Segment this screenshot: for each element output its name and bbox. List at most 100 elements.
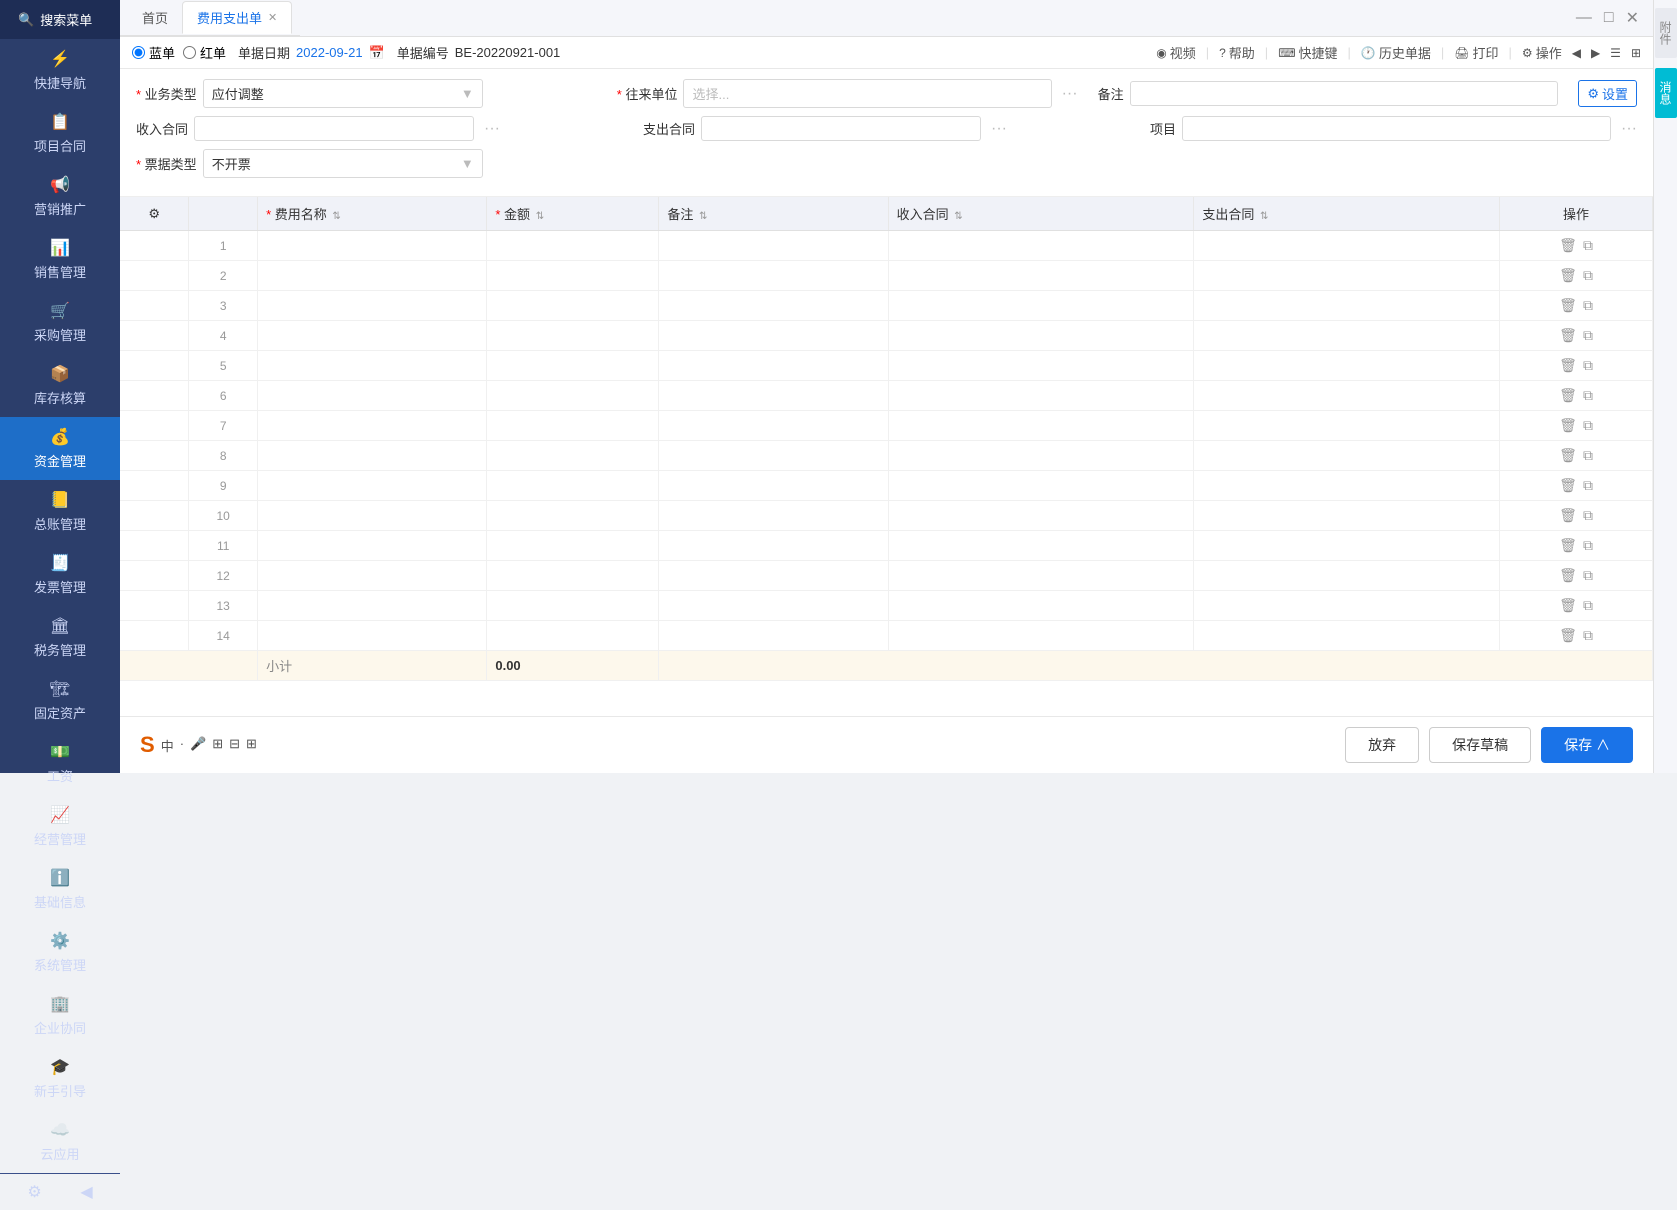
cell-income-10[interactable] <box>888 501 1194 531</box>
cell-expense-8[interactable] <box>1194 441 1500 471</box>
delete-row-2-btn[interactable]: 🗑 <box>1559 267 1577 284</box>
cell-income-8[interactable] <box>888 441 1194 471</box>
sort-note-icon[interactable]: ⇅ <box>699 211 707 222</box>
history-btn[interactable]: 🕐 历史单据 <box>1361 43 1431 62</box>
delete-row-9-btn[interactable]: 🗑 <box>1559 477 1577 494</box>
discard-button[interactable]: 放弃 <box>1345 727 1419 763</box>
nav-right-btn[interactable]: ▶ <box>1591 46 1600 60</box>
th-expense-contract[interactable]: 支出合同 ⇅ <box>1194 197 1500 231</box>
cell-amount-13[interactable] <box>487 591 659 621</box>
copy-row-2-btn[interactable]: ⧉ <box>1583 267 1593 284</box>
attachment-btn[interactable]: 附件 <box>1655 8 1677 58</box>
cell-income-4[interactable] <box>888 321 1194 351</box>
cell-amount-11[interactable] <box>487 531 659 561</box>
delete-row-13-btn[interactable]: 🗑 <box>1559 597 1577 614</box>
nav-left-btn[interactable]: ◀ <box>1572 46 1581 60</box>
cell-amount-5[interactable] <box>487 351 659 381</box>
save-button[interactable]: 保存 ∧ <box>1541 727 1633 763</box>
red-bill-radio[interactable]: 红单 <box>183 43 226 62</box>
delete-row-1-btn[interactable]: 🗑 <box>1559 237 1577 254</box>
cell-income-12[interactable] <box>888 561 1194 591</box>
date-value[interactable]: 2022-09-21 <box>296 45 363 60</box>
sidebar-item-payroll[interactable]: 💵 工资 <box>0 732 120 795</box>
th-name[interactable]: * 费用名称 ⇅ <box>258 197 487 231</box>
cell-note-12[interactable] <box>659 561 888 591</box>
cell-expense-13[interactable] <box>1194 591 1500 621</box>
cell-income-14[interactable] <box>888 621 1194 651</box>
tab-expense[interactable]: 费用支出单✕ <box>182 1 292 34</box>
copy-row-1-btn[interactable]: ⧉ <box>1583 237 1593 254</box>
cell-income-5[interactable] <box>888 351 1194 381</box>
cell-note-3[interactable] <box>659 291 888 321</box>
sidebar-item-enterprise[interactable]: 🏢 企业协同 <box>0 984 120 1047</box>
delete-row-5-btn[interactable]: 🗑 <box>1559 357 1577 374</box>
cell-income-9[interactable] <box>888 471 1194 501</box>
sidebar-item-funds[interactable]: 💰 资金管理 <box>0 417 120 480</box>
tab-home[interactable]: 首页 <box>128 2 182 33</box>
cell-note-10[interactable] <box>659 501 888 531</box>
th-amount[interactable]: * 金额 ⇅ <box>487 197 659 231</box>
cell-expense-14[interactable] <box>1194 621 1500 651</box>
blue-bill-radio[interactable]: 蓝单 <box>132 43 175 62</box>
project-more-btn[interactable]: ··· <box>1621 120 1637 138</box>
cell-amount-3[interactable] <box>487 291 659 321</box>
chat-btn[interactable]: 消息 <box>1655 68 1677 118</box>
view-grid-btn[interactable]: ⊞ <box>1631 46 1641 60</box>
view-list-btn[interactable]: ☰ <box>1610 46 1621 60</box>
cell-name-7[interactable] <box>258 411 487 441</box>
expense-contract-more-btn[interactable]: ··· <box>991 120 1007 138</box>
copy-row-9-btn[interactable]: ⧉ <box>1583 477 1593 494</box>
delete-row-7-btn[interactable]: 🗑 <box>1559 417 1577 434</box>
delete-row-10-btn[interactable]: 🗑 <box>1559 507 1577 524</box>
business-type-select[interactable]: 应付调整 ▼ <box>203 79 483 108</box>
cell-note-6[interactable] <box>659 381 888 411</box>
maximize-button[interactable]: □ <box>1600 5 1618 31</box>
cell-amount-4[interactable] <box>487 321 659 351</box>
sidebar-item-ledger[interactable]: 📒 总账管理 <box>0 480 120 543</box>
copy-row-6-btn[interactable]: ⧉ <box>1583 387 1593 404</box>
cell-name-13[interactable] <box>258 591 487 621</box>
th-settings[interactable]: ⚙ <box>120 197 189 231</box>
project-input[interactable] <box>1182 116 1611 141</box>
cell-name-4[interactable] <box>258 321 487 351</box>
sidebar-search[interactable]: 🔍 搜索菜单 <box>0 0 120 39</box>
calendar-icon[interactable]: 📅 <box>369 45 385 61</box>
cell-amount-7[interactable] <box>487 411 659 441</box>
sidebar-item-project-contract[interactable]: 📋 项目合同 <box>0 102 120 165</box>
cell-expense-9[interactable] <box>1194 471 1500 501</box>
sidebar-item-invoice[interactable]: 🧾 发票管理 <box>0 543 120 606</box>
cell-note-11[interactable] <box>659 531 888 561</box>
video-btn[interactable]: ◉ 视频 <box>1156 43 1196 62</box>
th-income-contract[interactable]: 收入合同 ⇅ <box>888 197 1194 231</box>
cell-expense-2[interactable] <box>1194 261 1500 291</box>
cell-expense-7[interactable] <box>1194 411 1500 441</box>
cell-income-1[interactable] <box>888 231 1194 261</box>
sidebar-item-sales[interactable]: 📊 销售管理 <box>0 228 120 291</box>
cell-amount-2[interactable] <box>487 261 659 291</box>
close-button[interactable]: ✕ <box>1622 4 1643 32</box>
copy-row-10-btn[interactable]: ⧉ <box>1583 507 1593 524</box>
invoice-type-select[interactable]: 不开票 ▼ <box>203 149 483 178</box>
cell-name-5[interactable] <box>258 351 487 381</box>
set-button[interactable]: ⚙ 设置 <box>1578 80 1637 107</box>
sidebar-item-new-guide[interactable]: 🎓 新手引导 <box>0 1047 120 1110</box>
partner-more-btn[interactable]: ··· <box>1062 85 1078 103</box>
remark-input[interactable] <box>1130 81 1559 106</box>
sort-income-icon[interactable]: ⇅ <box>954 211 962 222</box>
sidebar-item-quick-nav[interactable]: ⚡ 快捷导航 <box>0 39 120 102</box>
cell-amount-9[interactable] <box>487 471 659 501</box>
cell-income-11[interactable] <box>888 531 1194 561</box>
cell-name-14[interactable] <box>258 621 487 651</box>
cell-name-1[interactable] <box>258 231 487 261</box>
tab-close-expense[interactable]: ✕ <box>268 11 277 24</box>
cell-note-13[interactable] <box>659 591 888 621</box>
cell-amount-6[interactable] <box>487 381 659 411</box>
cell-expense-1[interactable] <box>1194 231 1500 261</box>
delete-row-4-btn[interactable]: 🗑 <box>1559 327 1577 344</box>
sidebar-item-inventory[interactable]: 📦 库存核算 <box>0 354 120 417</box>
settings-icon[interactable]: ⚙ <box>27 1182 41 1202</box>
sidebar-item-marketing[interactable]: 📢 营销推广 <box>0 165 120 228</box>
sidebar-item-purchase[interactable]: 🛒 采购管理 <box>0 291 120 354</box>
cell-note-8[interactable] <box>659 441 888 471</box>
cell-note-4[interactable] <box>659 321 888 351</box>
